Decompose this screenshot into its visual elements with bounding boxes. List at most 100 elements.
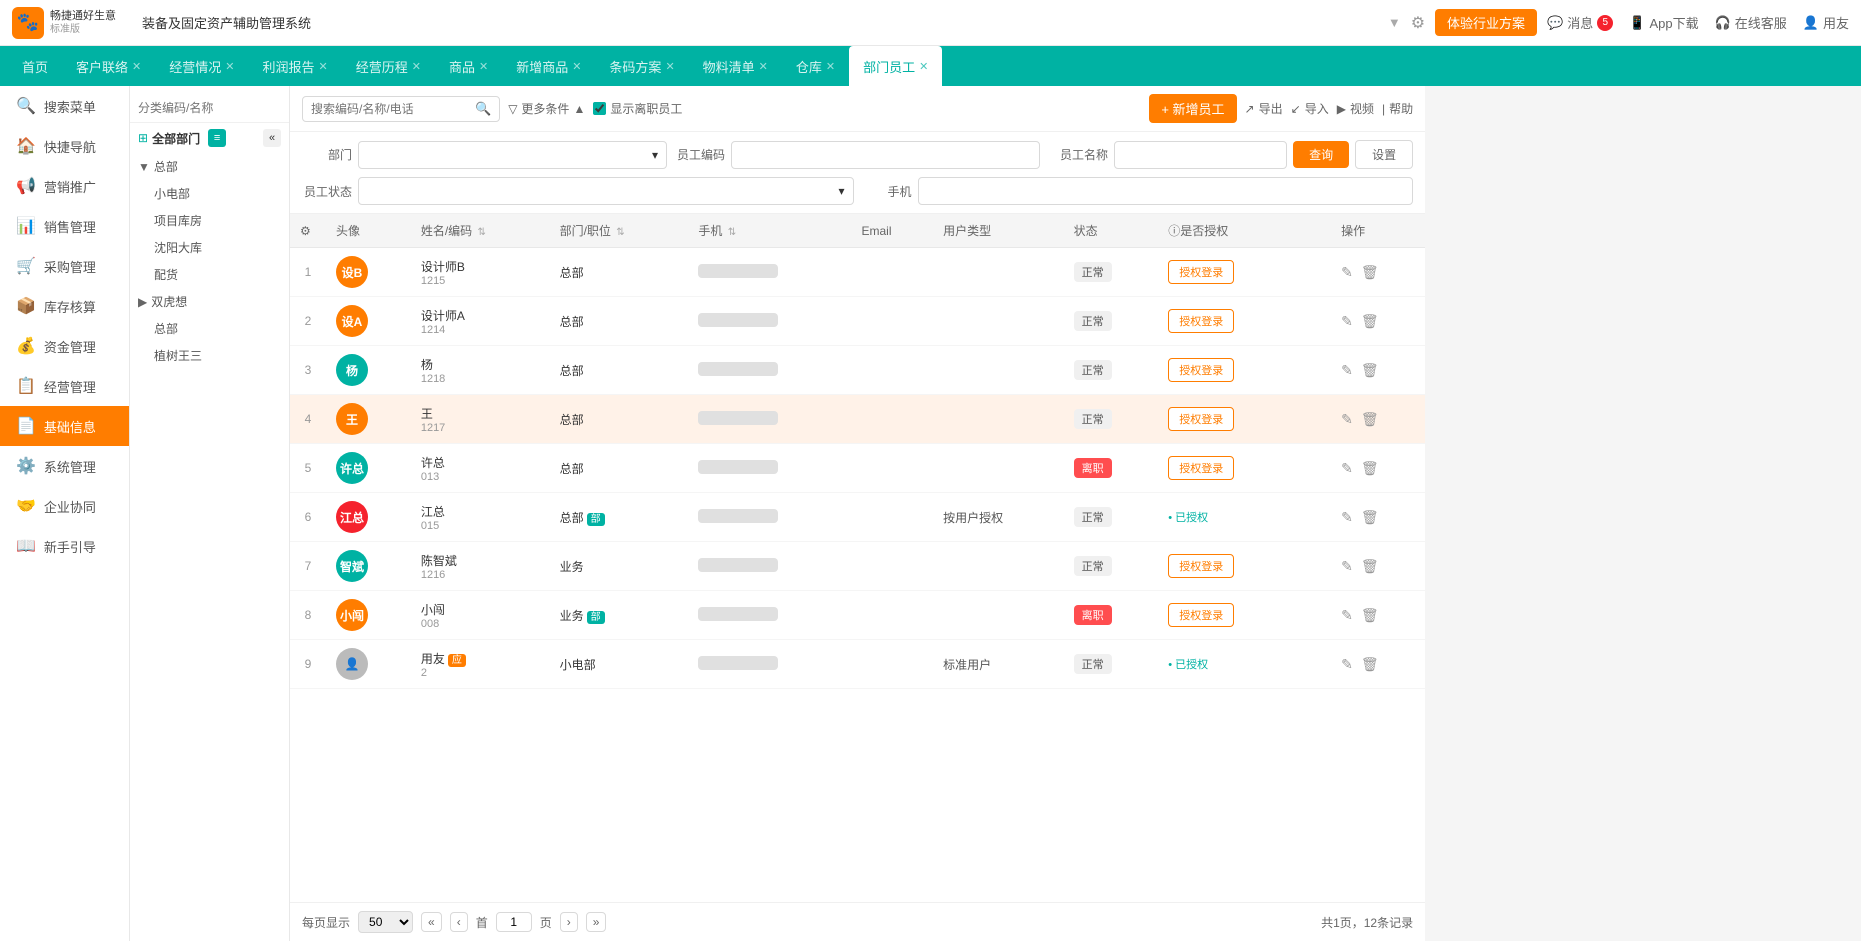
sidebar-item-purchase[interactable]: 🛒 采购管理	[0, 246, 129, 286]
collapse-icon[interactable]: ≡	[208, 129, 226, 147]
tab-customer[interactable]: 客户联络 ✕	[62, 46, 155, 86]
close-icon[interactable]: ✕	[826, 60, 835, 73]
video-button[interactable]: ▶ 视频	[1337, 100, 1374, 117]
tab-barcode[interactable]: 条码方案 ✕	[595, 46, 688, 86]
delete-button[interactable]: 🗑	[1361, 607, 1379, 624]
edit-button[interactable]: ✎	[1341, 362, 1353, 379]
more-filter-button[interactable]: ▽ 更多条件 ▲	[508, 100, 585, 117]
tab-bom[interactable]: 物料清单 ✕	[689, 46, 782, 86]
delete-button[interactable]: 🗑	[1361, 362, 1379, 379]
add-employee-button[interactable]: + 新增员工	[1149, 94, 1236, 123]
first-page-button[interactable]: «	[421, 912, 442, 932]
sidebar-item-system[interactable]: ⚙️ 系统管理	[0, 446, 129, 486]
sort-icon[interactable]: ⇅	[616, 227, 624, 238]
col-setting[interactable]: ⚙	[290, 214, 326, 248]
close-icon[interactable]: ✕	[665, 60, 674, 73]
trial-button[interactable]: 体验行业方案	[1435, 9, 1537, 36]
tab-goods[interactable]: 商品 ✕	[435, 46, 502, 86]
prev-page-button[interactable]: ‹	[450, 912, 468, 932]
auth-button[interactable]: 授权登录	[1168, 456, 1234, 480]
sidebar-item-search[interactable]: 🔍 搜索菜单	[0, 86, 129, 126]
arrow-left-icon[interactable]: «	[263, 129, 281, 147]
auth-button[interactable]: 授权登录	[1168, 358, 1234, 382]
auth-button[interactable]: 授权登录	[1168, 309, 1234, 333]
close-icon[interactable]: ✕	[225, 60, 234, 73]
auth-button[interactable]: 授权登录	[1168, 554, 1234, 578]
emp-name-input[interactable]	[1114, 141, 1287, 169]
dept-node-xiaodian[interactable]: 小电部	[130, 180, 289, 207]
emp-code-input[interactable]	[731, 141, 1040, 169]
tab-new-goods[interactable]: 新增商品 ✕	[502, 46, 595, 86]
sort-icon[interactable]: ⇅	[728, 227, 736, 238]
next-page-button[interactable]: ›	[560, 912, 578, 932]
edit-button[interactable]: ✎	[1341, 656, 1353, 673]
delete-button[interactable]: 🗑	[1361, 460, 1379, 477]
close-icon[interactable]: ✕	[479, 60, 488, 73]
delete-button[interactable]: 🗑	[1361, 558, 1379, 575]
show-resigned-checkbox[interactable]	[593, 102, 606, 115]
phone-input[interactable]	[918, 177, 1414, 205]
emp-status-select[interactable]: ▾	[358, 177, 854, 205]
close-icon[interactable]: ✕	[412, 60, 421, 73]
dept-select[interactable]: ▾	[358, 141, 667, 169]
dept-node-xiangmu[interactable]: 项目库房	[130, 207, 289, 234]
delete-button[interactable]: 🗑	[1361, 509, 1379, 526]
search-icon[interactable]: 🔍	[475, 101, 491, 117]
delete-button[interactable]: 🗑	[1361, 656, 1379, 673]
tab-operation[interactable]: 经营情况 ✕	[155, 46, 248, 86]
search-input[interactable]	[311, 102, 471, 116]
auth-button[interactable]: 授权登录	[1168, 260, 1234, 284]
tab-department[interactable]: 部门员工 ✕	[849, 46, 942, 86]
close-icon[interactable]: ✕	[319, 60, 328, 73]
tab-home[interactable]: 首页	[8, 46, 62, 86]
sidebar-item-finance[interactable]: 💰 资金管理	[0, 326, 129, 366]
settings-icon[interactable]: ⚙	[1411, 13, 1425, 33]
help-button[interactable]: | 帮助	[1382, 100, 1413, 117]
auth-button[interactable]: 授权登录	[1168, 407, 1234, 431]
edit-button[interactable]: ✎	[1341, 558, 1353, 575]
sidebar-item-nav[interactable]: 🏠 快捷导航	[0, 126, 129, 166]
import-button[interactable]: ↙ 导入	[1291, 100, 1329, 117]
query-button[interactable]: 查询	[1293, 141, 1349, 168]
online-service-button[interactable]: 🎧 在线客服	[1715, 13, 1787, 32]
page-input[interactable]	[496, 912, 532, 932]
app-download-button[interactable]: 📱 App下载	[1629, 13, 1698, 32]
tab-history[interactable]: 经营历程 ✕	[342, 46, 435, 86]
delete-button[interactable]: 🗑	[1361, 411, 1379, 428]
sort-icon[interactable]: ⇅	[478, 227, 486, 238]
sidebar-item-inventory[interactable]: 📦 库存核算	[0, 286, 129, 326]
edit-button[interactable]: ✎	[1341, 264, 1353, 281]
delete-button[interactable]: 🗑	[1361, 264, 1379, 281]
last-page-button[interactable]: »	[586, 912, 607, 932]
dept-node-shuanghu[interactable]: ▶ 双虎想	[130, 288, 289, 315]
dept-node-shenyang[interactable]: 沈阳大库	[130, 234, 289, 261]
sidebar-item-guide[interactable]: 📖 新手引导	[0, 526, 129, 566]
dropdown-icon[interactable]: ▼	[1388, 15, 1401, 30]
dept-node-zongbu-parent[interactable]: ▼ 总部	[130, 153, 289, 180]
tab-warehouse[interactable]: 仓库 ✕	[782, 46, 849, 86]
dept-search-input[interactable]	[138, 101, 293, 115]
message-button[interactable]: 💬 消息 5	[1547, 13, 1613, 32]
col-phone[interactable]: 手机 ⇅	[688, 214, 851, 248]
col-dept[interactable]: 部门/职位 ⇅	[550, 214, 689, 248]
sidebar-item-collab[interactable]: 🤝 企业协同	[0, 486, 129, 526]
sidebar-item-basic[interactable]: 📄 基础信息	[0, 406, 129, 446]
all-dept-header[interactable]: ⊞ 全部部门 ≡ «	[130, 123, 289, 153]
export-button[interactable]: ↗ 导出	[1245, 100, 1283, 117]
user-menu[interactable]: 👤 用友	[1803, 13, 1849, 32]
tab-profit[interactable]: 利润报告 ✕	[248, 46, 341, 86]
edit-button[interactable]: ✎	[1341, 607, 1353, 624]
dept-node-zongbu-sub[interactable]: 总部	[130, 315, 289, 342]
close-icon[interactable]: ✕	[919, 60, 928, 73]
edit-button[interactable]: ✎	[1341, 460, 1353, 477]
edit-button[interactable]: ✎	[1341, 313, 1353, 330]
col-name[interactable]: 姓名/编码 ⇅	[411, 214, 550, 248]
close-icon[interactable]: ✕	[759, 60, 768, 73]
sidebar-item-sales[interactable]: 📊 销售管理	[0, 206, 129, 246]
close-icon[interactable]: ✕	[132, 60, 141, 73]
dept-node-peihuo[interactable]: 配货	[130, 261, 289, 288]
edit-button[interactable]: ✎	[1341, 509, 1353, 526]
sidebar-item-manage[interactable]: 📋 经营管理	[0, 366, 129, 406]
dept-node-zhishu[interactable]: 植树王三	[130, 342, 289, 369]
edit-button[interactable]: ✎	[1341, 411, 1353, 428]
